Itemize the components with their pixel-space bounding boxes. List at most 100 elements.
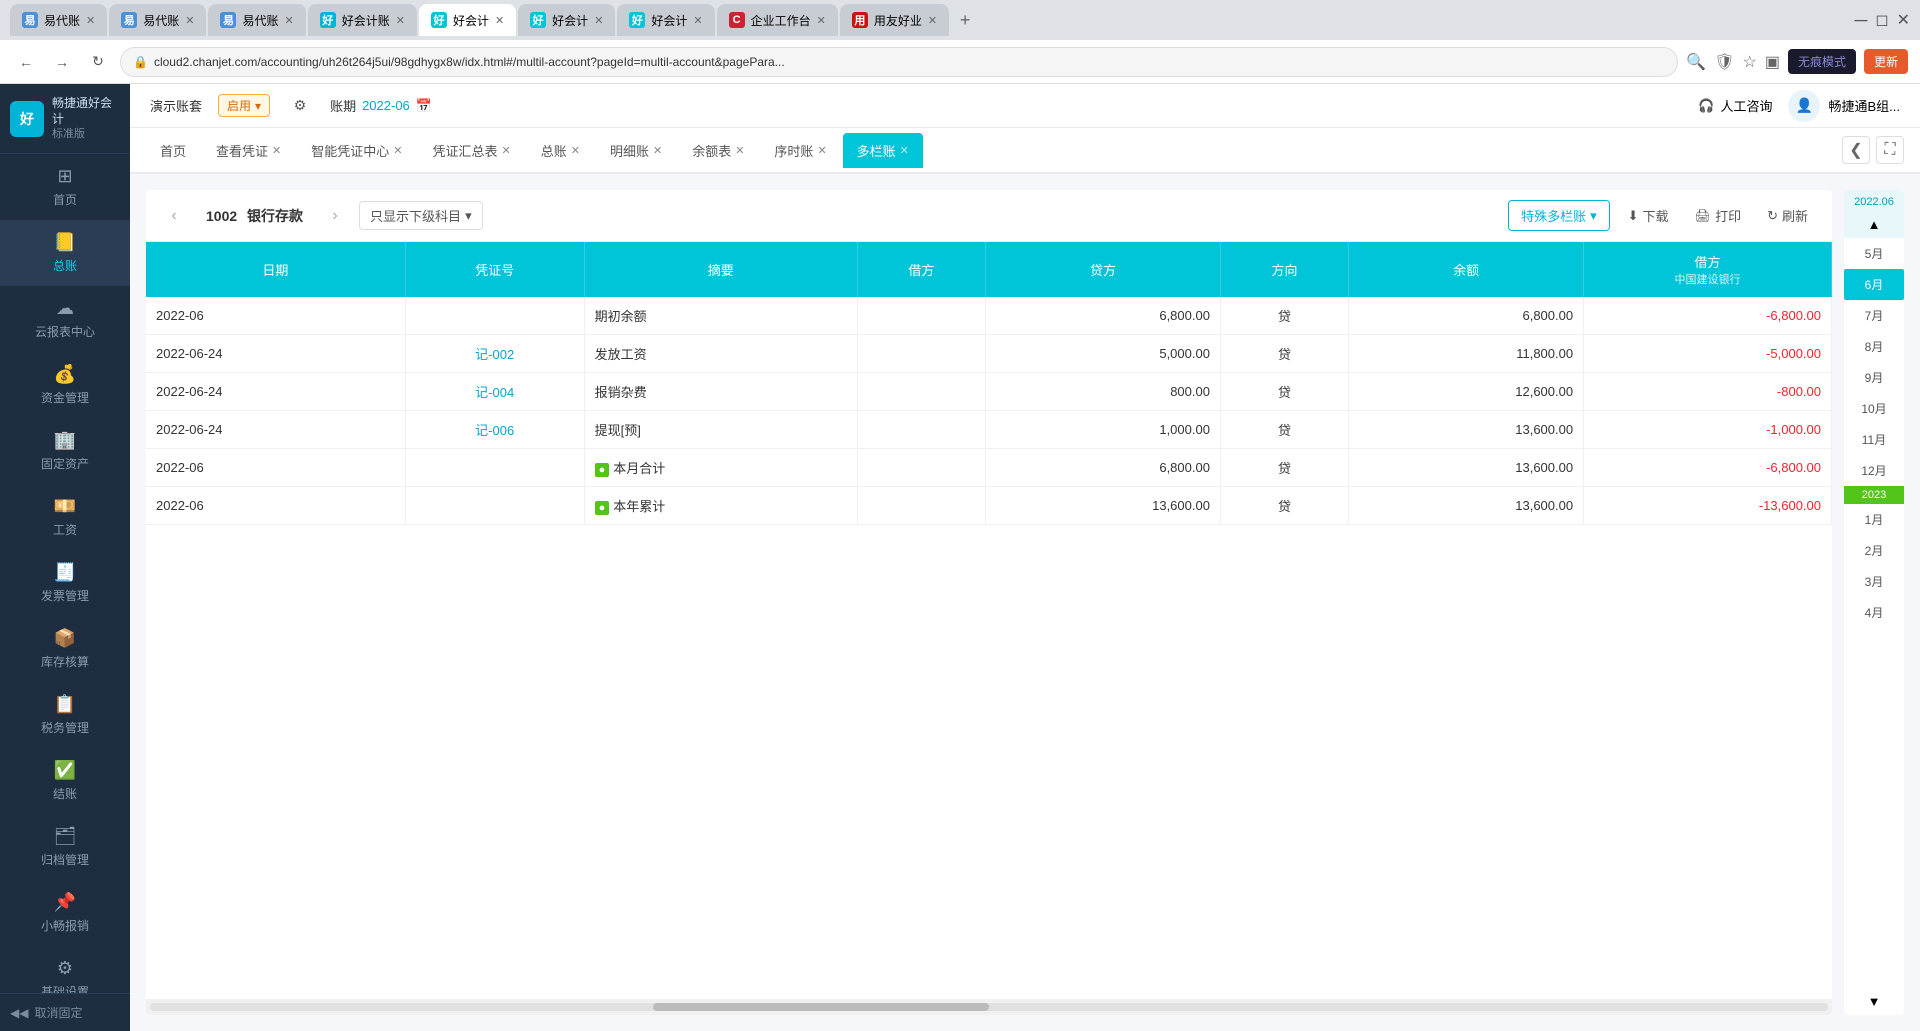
collapse-sidebar-button[interactable]: ❮ <box>1842 136 1870 164</box>
cell-voucher[interactable]: 记-002 <box>405 335 584 373</box>
tab-voucher-summary[interactable]: 凭证汇总表 ✕ <box>418 133 524 168</box>
sidebar-item-settings[interactable]: ⚙ 基础设置 <box>0 946 130 993</box>
tab-detail-ledger[interactable]: 明细账 ✕ <box>596 133 676 168</box>
month-scroll-up[interactable]: ▲ <box>1858 210 1890 238</box>
sidebar-item-home[interactable]: ⊞ 首页 <box>0 154 130 220</box>
download-button[interactable]: ⬇ 下载 <box>1620 201 1677 230</box>
month-scroll-down[interactable]: ▼ <box>1858 987 1890 1015</box>
month-item-aug[interactable]: 8月 <box>1844 331 1904 362</box>
browser-tab-3[interactable]: 易 易代账 ✕ <box>208 4 305 36</box>
tab-close-3[interactable]: ✕ <box>284 14 293 27</box>
sidebar-item-inventory[interactable]: 📦 库存核算 <box>0 616 130 682</box>
month-item-jan[interactable]: 1月 <box>1844 504 1904 535</box>
cell-voucher[interactable]: 记-006 <box>405 411 584 449</box>
sidebar-item-ledger[interactable]: 📒 总账 <box>0 220 130 286</box>
update-button[interactable]: 更新 <box>1864 49 1908 74</box>
tab-general-ledger-close[interactable]: ✕ <box>571 144 580 157</box>
sidebar-item-assets[interactable]: 🏢 固定资产 <box>0 418 130 484</box>
account-settings-button[interactable]: ⚙ <box>286 92 314 120</box>
forward-button[interactable]: → <box>48 48 76 76</box>
month-item-jul[interactable]: 7月 <box>1844 300 1904 331</box>
pin-button[interactable]: ◀◀ 取消固定 <box>0 993 130 1031</box>
month-item-nov[interactable]: 11月 <box>1844 424 1904 455</box>
shield-icon[interactable]: 🛡 <box>1714 52 1734 72</box>
user-menu[interactable]: 👤 畅捷通B组... <box>1788 90 1900 122</box>
tab-balance-close[interactable]: ✕ <box>735 144 744 157</box>
tab-balance[interactable]: 余额表 ✕ <box>678 133 758 168</box>
stealth-mode-button[interactable]: 无痕模式 <box>1788 49 1856 74</box>
help-button[interactable]: 🎧 人工咨询 <box>1698 96 1772 115</box>
month-item-mar[interactable]: 3月 <box>1844 566 1904 597</box>
sidebar-item-reports[interactable]: ☁ 云报表中心 <box>0 286 130 352</box>
browser-tab-5[interactable]: 好 好会计 ✕ <box>419 4 516 36</box>
month-item-oct[interactable]: 10月 <box>1844 393 1904 424</box>
tab-general-ledger[interactable]: 总账 ✕ <box>527 133 594 168</box>
browser-tab-6[interactable]: 好 好会计 ✕ <box>518 4 615 36</box>
browser-tab-2[interactable]: 易 易代账 ✕ <box>109 4 206 36</box>
tab-view-voucher-close[interactable]: ✕ <box>272 144 281 157</box>
tab-close-8[interactable]: ✕ <box>817 14 826 27</box>
tab-sequential[interactable]: 序时账 ✕ <box>760 133 840 168</box>
browser-tab-8[interactable]: C 企业工作台 ✕ <box>717 4 838 36</box>
browser-tab-7[interactable]: 好 好会计 ✕ <box>617 4 714 36</box>
voucher-link[interactable]: 记-004 <box>475 385 514 400</box>
account-status-badge[interactable]: 启用 ▾ <box>218 94 270 117</box>
expand-button[interactable]: ⛶ <box>1876 136 1904 164</box>
tab-close-9[interactable]: ✕ <box>928 14 937 27</box>
sidebar-item-archive[interactable]: 🗂 归档管理 <box>0 814 130 880</box>
url-bar[interactable]: 🔒 cloud2.chanjet.com/accounting/uh26t264… <box>120 47 1678 77</box>
tab-home[interactable]: 首页 <box>146 133 200 168</box>
tab-close-6[interactable]: ✕ <box>594 14 603 27</box>
sidebar-item-payroll[interactable]: 💴 工资 <box>0 484 130 550</box>
tab-multi-column[interactable]: 多栏账 ✕ <box>843 133 923 168</box>
voucher-link[interactable]: 记-002 <box>475 347 514 362</box>
print-button[interactable]: 🖨 打印 <box>1687 201 1750 230</box>
special-multi-column-button[interactable]: 特殊多栏账 ▾ <box>1508 200 1610 231</box>
cell-voucher[interactable]: 记-004 <box>405 373 584 411</box>
search-icon[interactable]: 🔍 <box>1686 52 1706 72</box>
month-item-apr[interactable]: 4月 <box>1844 597 1904 628</box>
star-icon[interactable]: ☆ <box>1743 52 1757 72</box>
month-item-feb[interactable]: 2月 <box>1844 535 1904 566</box>
tab-close-1[interactable]: ✕ <box>86 14 95 27</box>
next-account-button[interactable]: › <box>323 204 347 228</box>
browser-tab-4[interactable]: 好 好会计账 ✕ <box>308 4 417 36</box>
maximize-button[interactable]: ◻ <box>1875 10 1888 30</box>
sidebar-item-expense[interactable]: 📌 小畅报销 <box>0 880 130 946</box>
sidebar-item-invoices[interactable]: 🧾 发票管理 <box>0 550 130 616</box>
sidebar-item-funds[interactable]: 💰 资金管理 <box>0 352 130 418</box>
minimize-button[interactable]: ─ <box>1855 10 1868 31</box>
tab-close-7[interactable]: ✕ <box>693 14 702 27</box>
tab-close-5[interactable]: ✕ <box>495 14 504 27</box>
month-item-jun[interactable]: 6月 <box>1844 269 1904 300</box>
tab-multi-column-close[interactable]: ✕ <box>900 144 909 157</box>
tab-close-4[interactable]: ✕ <box>396 14 405 27</box>
account-selector[interactable]: 1002 银行存款 <box>198 202 311 230</box>
voucher-link[interactable]: 记-006 <box>475 423 514 438</box>
month-item-dec[interactable]: 12月 <box>1844 455 1904 486</box>
scroll-thumb[interactable] <box>653 1003 989 1011</box>
prev-account-button[interactable]: ‹ <box>162 204 186 228</box>
back-button[interactable]: ← <box>12 48 40 76</box>
tab-detail-ledger-close[interactable]: ✕ <box>653 144 662 157</box>
tab-view-voucher[interactable]: 查看凭证 ✕ <box>202 133 295 168</box>
tab-smart-voucher[interactable]: 智能凭证中心 ✕ <box>297 133 416 168</box>
tab-voucher-summary-close[interactable]: ✕ <box>502 144 511 157</box>
horizontal-scrollbar[interactable] <box>146 999 1832 1015</box>
tab-close-2[interactable]: ✕ <box>185 14 194 27</box>
period-selector[interactable]: 账期 2022-06 📅 <box>330 96 432 115</box>
browser-tab-1[interactable]: 易 易代账 ✕ <box>10 4 107 36</box>
new-tab-button[interactable]: + <box>951 6 979 34</box>
sidebar-item-close[interactable]: ✅ 结账 <box>0 748 130 814</box>
sidebar-panel-icon[interactable]: ▣ <box>1765 52 1780 72</box>
month-item-may[interactable]: 5月 <box>1844 238 1904 269</box>
close-button[interactable]: ✕ <box>1897 10 1910 30</box>
tab-sequential-close[interactable]: ✕ <box>817 144 826 157</box>
sub-account-filter[interactable]: 只显示下级科目 ▾ <box>359 201 483 230</box>
sidebar-item-tax[interactable]: 📋 税务管理 <box>0 682 130 748</box>
tab-smart-voucher-close[interactable]: ✕ <box>393 144 402 157</box>
reload-button[interactable]: ↻ <box>84 48 112 76</box>
browser-tab-9[interactable]: 用 用友好业 ✕ <box>840 4 949 36</box>
month-item-sep[interactable]: 9月 <box>1844 362 1904 393</box>
refresh-button[interactable]: ↻ 刷新 <box>1759 201 1816 230</box>
